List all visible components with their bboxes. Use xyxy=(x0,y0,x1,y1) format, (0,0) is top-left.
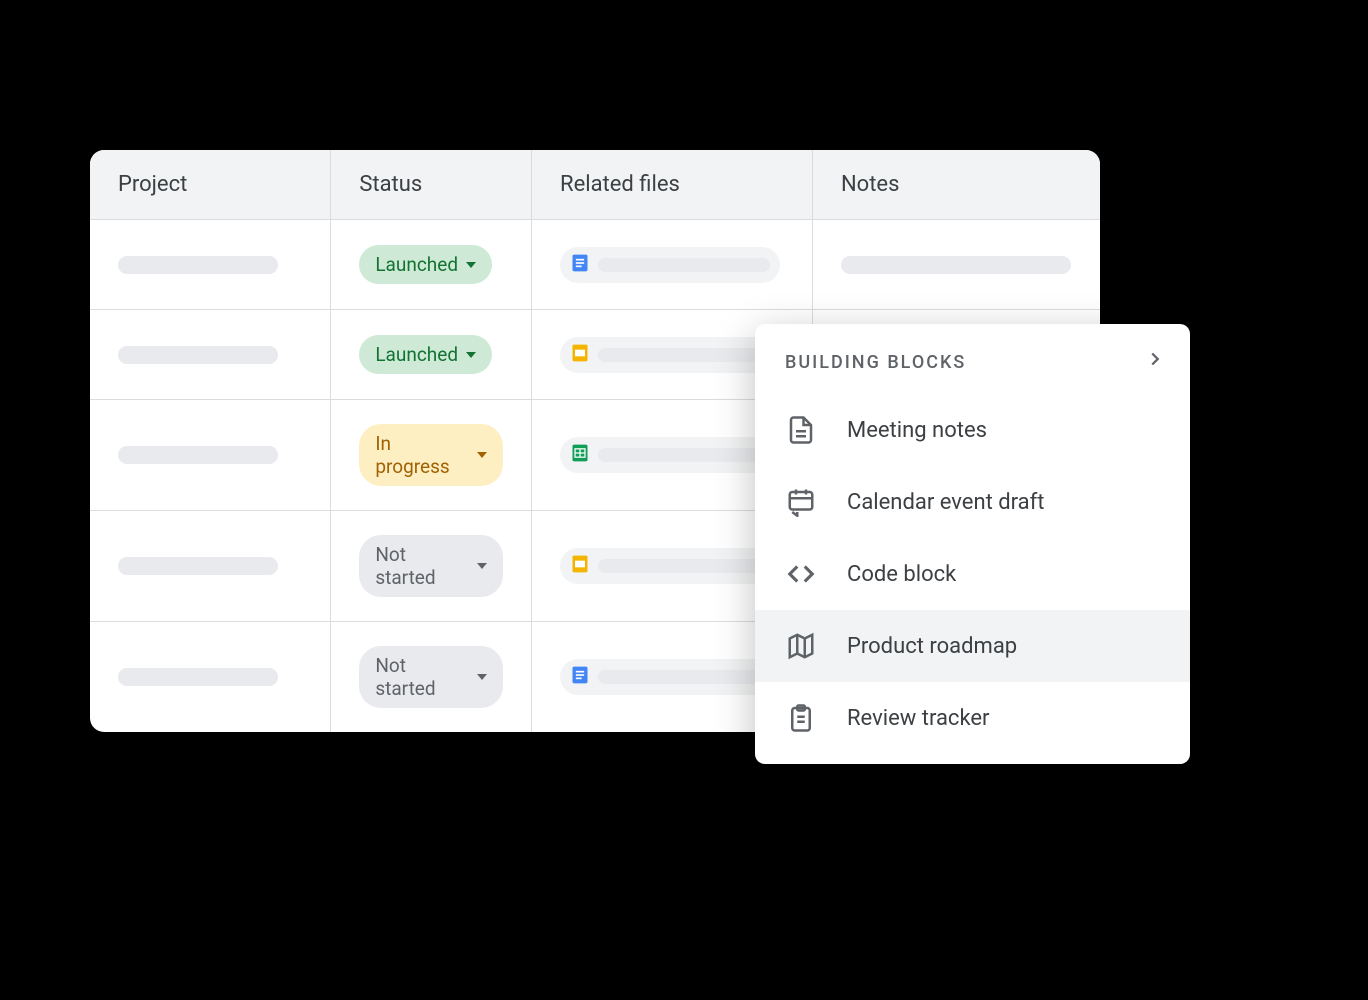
header-project: Project xyxy=(90,150,331,220)
table-row: Launched xyxy=(90,220,1100,310)
popup-item-label: Calendar event draft xyxy=(847,490,1045,515)
status-label: Not started xyxy=(375,543,469,589)
file-name-placeholder xyxy=(598,559,770,573)
status-chip[interactable]: Launched xyxy=(359,335,492,374)
file-name-placeholder xyxy=(598,258,770,272)
slides-icon xyxy=(570,343,590,367)
popup-item-calendar[interactable]: Calendar event draft xyxy=(755,466,1190,538)
file-chip[interactable] xyxy=(560,659,780,695)
caret-down-icon xyxy=(477,674,487,680)
caret-down-icon xyxy=(477,563,487,569)
map-icon xyxy=(785,630,817,662)
popup-item-map[interactable]: Product roadmap xyxy=(755,610,1190,682)
popup-item-label: Code block xyxy=(847,562,956,587)
sheets-icon xyxy=(570,443,590,467)
popup-item-code[interactable]: Code block xyxy=(755,538,1190,610)
popup-item-label: Review tracker xyxy=(847,706,990,731)
file-chip[interactable] xyxy=(560,337,780,373)
chevron-right-icon[interactable] xyxy=(1144,348,1166,376)
project-name-placeholder xyxy=(118,668,278,686)
status-chip[interactable]: Not started xyxy=(359,646,503,708)
status-label: Launched xyxy=(375,343,458,366)
calendar-icon xyxy=(785,486,817,518)
popup-item-doc[interactable]: Meeting notes xyxy=(755,394,1190,466)
caret-down-icon xyxy=(466,352,476,358)
project-name-placeholder xyxy=(118,557,278,575)
docs-icon xyxy=(570,253,590,277)
header-files: Related files xyxy=(532,150,813,220)
status-label: Launched xyxy=(375,253,458,276)
status-chip[interactable]: Not started xyxy=(359,535,503,597)
project-name-placeholder xyxy=(118,446,278,464)
clipboard-icon xyxy=(785,702,817,734)
caret-down-icon xyxy=(466,262,476,268)
file-chip[interactable] xyxy=(560,548,780,584)
code-icon xyxy=(785,558,817,590)
notes-placeholder xyxy=(841,256,1071,274)
doc-icon xyxy=(785,414,817,446)
status-label: Not started xyxy=(375,654,469,700)
caret-down-icon xyxy=(477,452,487,458)
project-name-placeholder xyxy=(118,256,278,274)
popup-title: BUILDING BLOCKS xyxy=(785,352,966,373)
status-chip[interactable]: In progress xyxy=(359,424,503,486)
slides-icon xyxy=(570,554,590,578)
header-status: Status xyxy=(331,150,532,220)
status-label: In progress xyxy=(375,432,469,478)
header-notes: Notes xyxy=(812,150,1100,220)
file-chip[interactable] xyxy=(560,437,780,473)
popup-item-label: Product roadmap xyxy=(847,634,1017,659)
file-chip[interactable] xyxy=(560,247,780,283)
status-chip[interactable]: Launched xyxy=(359,245,492,284)
docs-icon xyxy=(570,665,590,689)
building-blocks-popup: BUILDING BLOCKS Meeting notes Calendar ev… xyxy=(755,324,1190,764)
file-name-placeholder xyxy=(598,448,770,462)
project-name-placeholder xyxy=(118,346,278,364)
popup-item-clipboard[interactable]: Review tracker xyxy=(755,682,1190,754)
file-name-placeholder xyxy=(598,670,770,684)
popup-item-label: Meeting notes xyxy=(847,418,987,443)
file-name-placeholder xyxy=(598,348,770,362)
